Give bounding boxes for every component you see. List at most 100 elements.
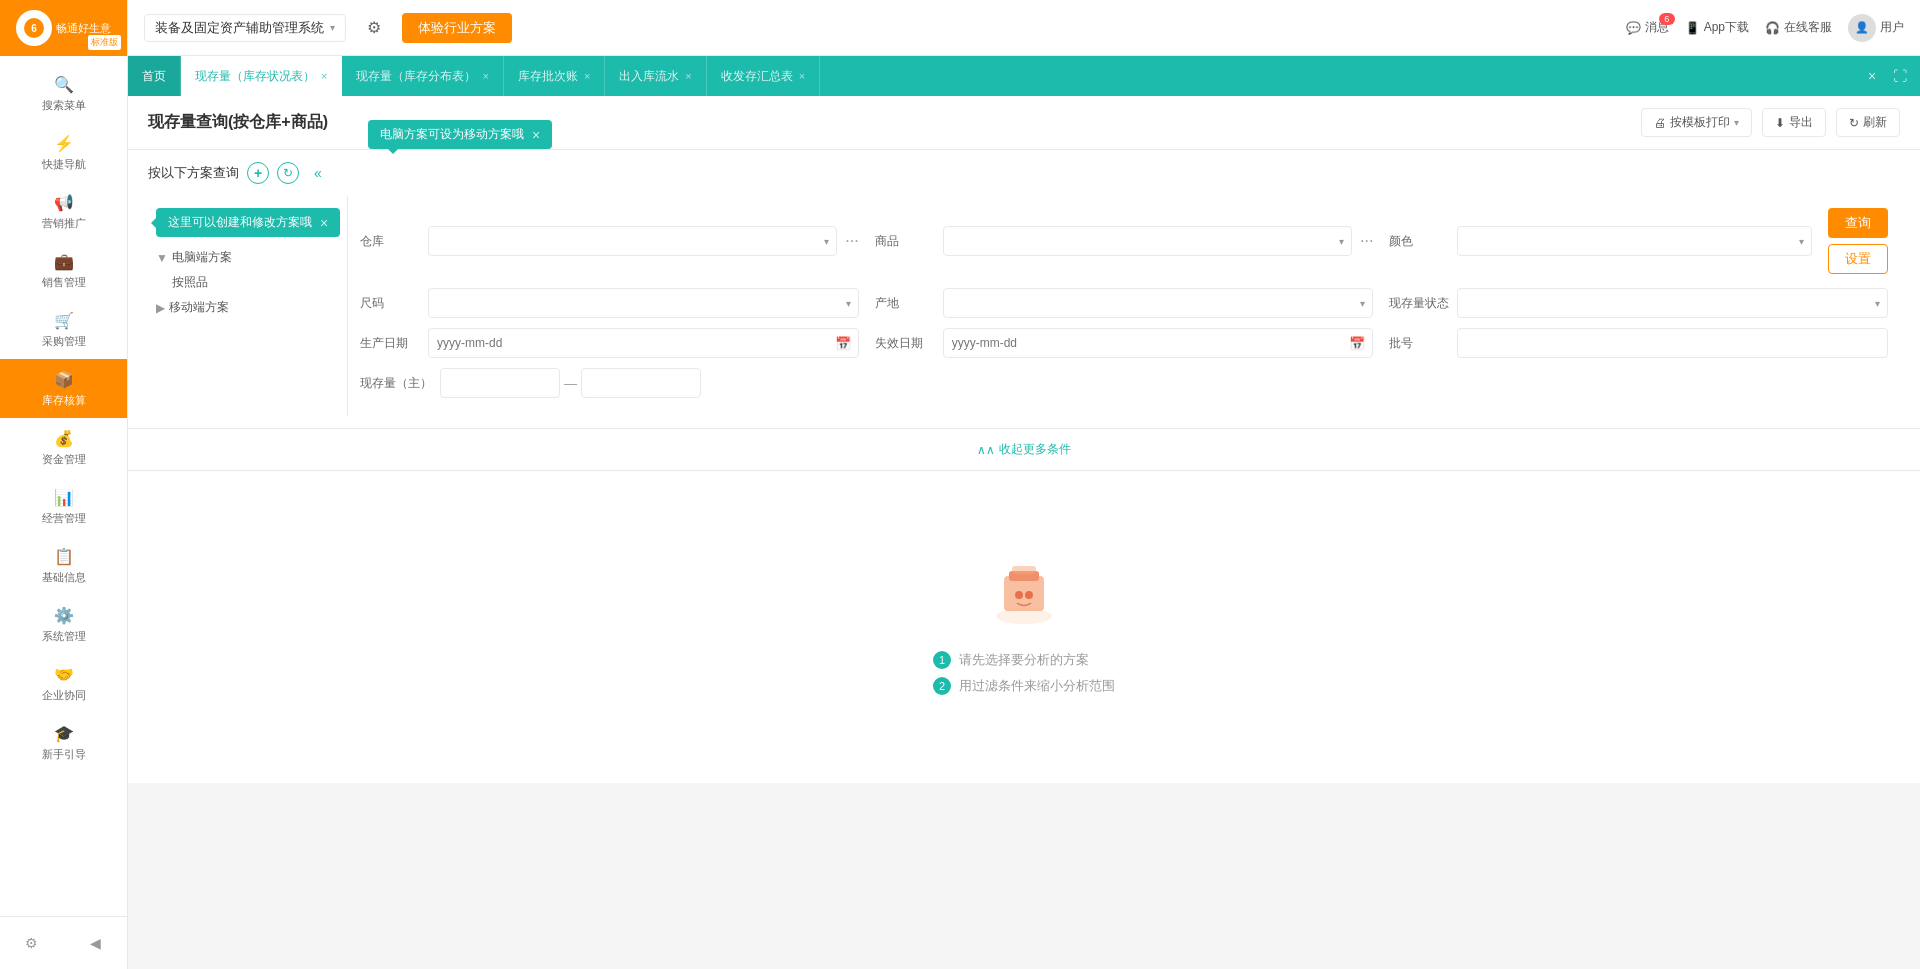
tooltip1-close[interactable]: × <box>532 127 540 143</box>
origin-label: 产地 <box>875 295 935 312</box>
prod-date-field: 生产日期 📅 <box>360 328 859 358</box>
tab-bar-right: × ⛶ <box>1852 56 1920 96</box>
size-select-wrap <box>428 288 859 318</box>
stock-status-label: 现存量状态 <box>1389 295 1449 312</box>
sidebar-item-sales-label: 销售管理 <box>42 275 86 290</box>
message-icon: 💬 <box>1626 21 1641 35</box>
color-select[interactable] <box>1457 226 1812 256</box>
app-download-btn[interactable]: 📱 App下载 <box>1685 19 1749 36</box>
sidebar-item-inventory[interactable]: 📦 库存核算 <box>0 359 127 418</box>
scheme-panel: 这里可以创建和修改方案哦 × ▼ 电脑端方案 按照品 ▶ 移动端方案 <box>148 196 348 416</box>
collapse-conditions-btn[interactable]: ∧∧ 收起更多条件 <box>965 437 1083 462</box>
size-label: 尺码 <box>360 295 420 312</box>
scheme-item-product-label: 按照品 <box>172 274 339 291</box>
sidebar-item-inventory-label: 库存核算 <box>42 393 86 408</box>
sidebar-item-search[interactable]: 🔍 搜索菜单 <box>0 64 127 123</box>
svg-point-6 <box>1025 591 1033 599</box>
tab-close-all-btn[interactable]: × <box>1860 64 1884 88</box>
sales-icon: 💼 <box>54 251 74 271</box>
sidebar-item-basic[interactable]: 📋 基础信息 <box>0 536 127 595</box>
origin-select[interactable] <box>943 288 1374 318</box>
system-selector[interactable]: 装备及固定资产辅助管理系统 ▾ <box>144 14 346 42</box>
sidebar-item-sales[interactable]: 💼 销售管理 <box>0 241 127 300</box>
quick-icon: ⚡ <box>54 133 74 153</box>
sidebar-item-system[interactable]: ⚙️ 系统管理 <box>0 595 127 654</box>
refresh-icon: ↻ <box>1849 116 1859 130</box>
exp-date-input[interactable] <box>943 328 1374 358</box>
sidebar-item-collab[interactable]: 🤝 企业协同 <box>0 654 127 713</box>
scheme-group-pc[interactable]: ▼ 电脑端方案 <box>148 245 347 270</box>
warehouse-select[interactable] <box>428 226 837 256</box>
tab-receive_summary[interactable]: 收发存汇总表× <box>707 56 820 96</box>
tooltip-edit-scheme: 这里可以创建和修改方案哦 × <box>156 208 340 237</box>
back-btn[interactable]: « <box>307 162 329 184</box>
collapse-up-icon: ∧∧ <box>977 443 995 457</box>
sidebar-item-marketing[interactable]: 📢 营销推广 <box>0 182 127 241</box>
tooltip2-close[interactable]: × <box>320 215 328 231</box>
cycle-scheme-btn[interactable]: ↻ <box>277 162 299 184</box>
tab-inventory_status-close[interactable]: × <box>321 71 327 82</box>
tab-inout_flow-label: 出入库流水 <box>619 68 679 85</box>
page-area: 现存量查询(按仓库+商品) 🖨 按模板打印 ▾ ⬇ 导出 ↻ 刷新 <box>128 96 1920 969</box>
goods-label: 商品 <box>875 233 935 250</box>
stock-qty-to[interactable] <box>581 368 701 398</box>
tab-fullscreen-btn[interactable]: ⛶ <box>1888 64 1912 88</box>
sidebar-item-guide[interactable]: 🎓 新手引导 <box>0 713 127 772</box>
stock-qty-range: — <box>440 368 859 398</box>
sidebar-item-search-label: 搜索菜单 <box>42 98 86 113</box>
exp-date-cal-icon[interactable]: 📅 <box>1349 336 1365 351</box>
goods-dots-btn[interactable]: ··· <box>1360 232 1373 250</box>
collapse-sidebar-btn[interactable]: ◀ <box>81 929 109 957</box>
batch-input[interactable] <box>1457 328 1888 358</box>
gear-button[interactable]: ⚙ <box>358 12 390 44</box>
online-service-btn[interactable]: 🎧 在线客服 <box>1765 19 1832 36</box>
scheme-group-mobile[interactable]: ▶ 移动端方案 <box>148 295 347 320</box>
warehouse-field: 仓库 ··· <box>360 226 859 256</box>
message-badge: 6 <box>1659 13 1675 25</box>
tab-inventory_dist-close[interactable]: × <box>482 71 488 82</box>
message-btn[interactable]: 💬 消息 6 <box>1626 19 1669 36</box>
stock-status-select[interactable] <box>1457 288 1888 318</box>
tab-batch_account[interactable]: 库存批次账× <box>504 56 605 96</box>
tab-receive_summary-close[interactable]: × <box>799 71 805 82</box>
tab-inventory_dist[interactable]: 现存量（库存分布表）× <box>342 56 503 96</box>
filter-row-3: 生产日期 📅 失效日期 📅 <box>360 328 1888 358</box>
sidebar-item-purchase[interactable]: 🛒 采购管理 <box>0 300 127 359</box>
sidebar-item-finance[interactable]: 💰 资金管理 <box>0 418 127 477</box>
header-right: 💬 消息 6 📱 App下载 🎧 在线客服 👤 用户 <box>1626 14 1904 42</box>
user-btn[interactable]: 👤 用户 <box>1848 14 1904 42</box>
print-btn[interactable]: 🖨 按模板打印 ▾ <box>1641 108 1752 137</box>
warehouse-dots-btn[interactable]: ··· <box>845 232 858 250</box>
stock-qty-label: 现存量（主） <box>360 375 432 392</box>
page-actions: 🖨 按模板打印 ▾ ⬇ 导出 ↻ 刷新 <box>1641 108 1900 137</box>
query-btn[interactable]: 查询 <box>1828 208 1888 238</box>
sidebar: 6 畅通好生意 标准版 🔍 搜索菜单 ⚡ 快捷导航 📢 营销推广 💼 销售管理 … <box>0 0 128 969</box>
refresh-btn[interactable]: ↻ 刷新 <box>1836 108 1900 137</box>
tab-inout_flow-close[interactable]: × <box>685 71 691 82</box>
sidebar-item-quick[interactable]: ⚡ 快捷导航 <box>0 123 127 182</box>
scheme-item-product[interactable]: 按照品 <box>148 270 347 295</box>
marketing-icon: 📢 <box>54 192 74 212</box>
chevron-down-icon: ▾ <box>1734 117 1739 128</box>
goods-select[interactable] <box>943 226 1352 256</box>
tab-home-label: 首页 <box>142 68 166 85</box>
size-select[interactable] <box>428 288 859 318</box>
scheme-group-mobile-label: 移动端方案 <box>169 299 339 316</box>
sidebar-item-operation[interactable]: 📊 经营管理 <box>0 477 127 536</box>
basic-icon: 📋 <box>54 546 74 566</box>
stock-qty-from[interactable] <box>440 368 560 398</box>
prod-date-cal-icon[interactable]: 📅 <box>835 336 851 351</box>
tab-inventory_status[interactable]: 现存量（库存状况表）× <box>181 56 342 96</box>
add-scheme-btn[interactable]: + <box>247 162 269 184</box>
tab-home[interactable]: 首页 <box>128 56 181 96</box>
goods-field: 商品 ··· <box>875 226 1374 256</box>
color-select-wrap <box>1457 226 1812 256</box>
reset-btn[interactable]: 设置 <box>1828 244 1888 274</box>
settings-btn[interactable]: ⚙ <box>18 929 46 957</box>
collapse-bar: ∧∧ 收起更多条件 <box>128 429 1920 471</box>
tab-inout_flow[interactable]: 出入库流水 × <box>605 56 706 96</box>
export-btn[interactable]: ⬇ 导出 <box>1762 108 1826 137</box>
industry-btn[interactable]: 体验行业方案 <box>402 13 512 43</box>
tab-batch_account-close[interactable]: × <box>584 71 590 82</box>
prod-date-input[interactable] <box>428 328 859 358</box>
